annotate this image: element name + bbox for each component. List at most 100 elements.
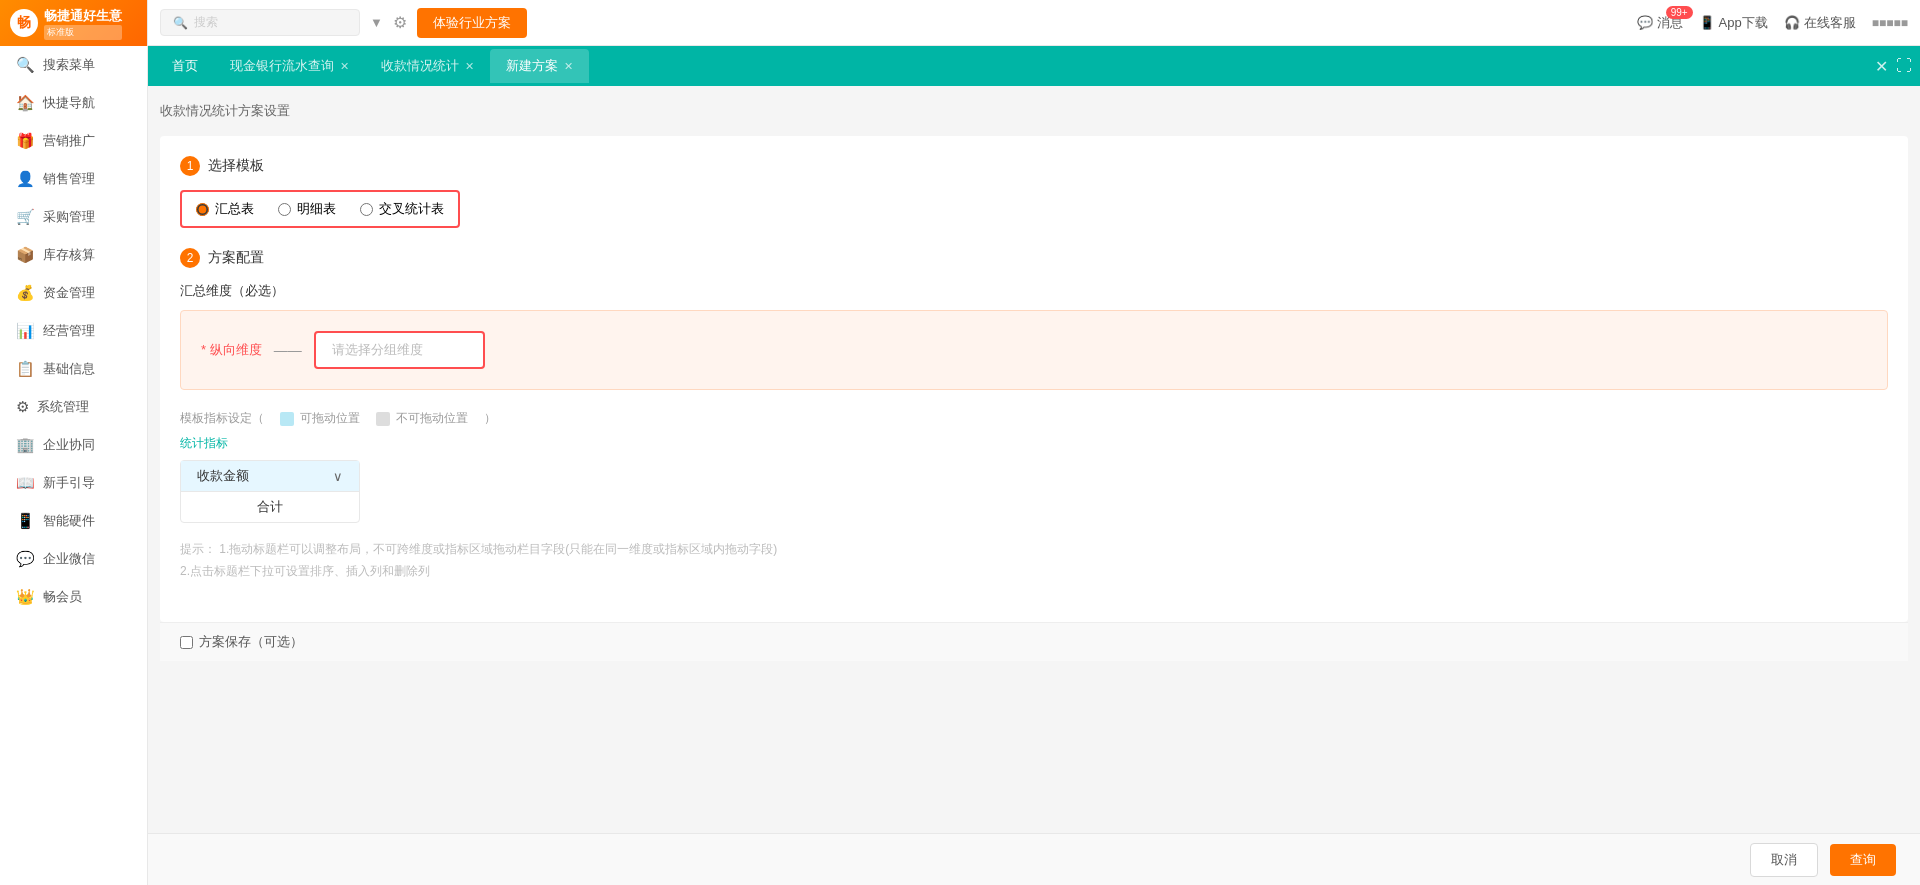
metrics-table: 收款金额 ∨ 合计 xyxy=(180,460,360,523)
nav-tabs-controls: ✕ ⛶ xyxy=(1875,57,1912,76)
metrics-dropdown-icon[interactable]: ∨ xyxy=(333,469,343,484)
radio-detail-input[interactable] xyxy=(278,203,291,216)
radio-cross[interactable]: 交叉统计表 xyxy=(360,200,444,218)
sidebar-item-inventory[interactable]: 📦 库存核算 xyxy=(0,236,147,274)
metrics-settings-label: 模板指标设定（ xyxy=(180,410,264,427)
window-close-button[interactable]: ✕ xyxy=(1875,57,1888,76)
step1-title: 选择模板 xyxy=(208,157,264,175)
radio-detail-label: 明细表 xyxy=(297,200,336,218)
window-expand-button[interactable]: ⛶ xyxy=(1896,57,1912,75)
save-checkbox[interactable] xyxy=(180,636,193,649)
nav-tabs: 首页 现金银行流水查询 ✕ 收款情况统计 ✕ 新建方案 ✕ ✕ ⛶ xyxy=(148,46,1920,86)
book-icon: 📖 xyxy=(16,474,35,492)
metrics-label: 统计指标 xyxy=(180,435,1888,452)
step2-badge: 2 xyxy=(180,248,200,268)
sidebar-item-label: 销售管理 xyxy=(43,170,95,188)
online-service-button[interactable]: 🎧 在线客服 xyxy=(1784,14,1856,32)
logo-icon: 畅 xyxy=(10,9,38,37)
sidebar-item-label: 新手引导 xyxy=(43,474,95,492)
app-icon: 📱 xyxy=(1699,15,1715,30)
tab-close-payment-stats[interactable]: ✕ xyxy=(465,60,474,73)
phone-icon: 📱 xyxy=(16,512,35,530)
message-icon: 💬 xyxy=(1637,15,1653,30)
sidebar-item-purchase[interactable]: 🛒 采购管理 xyxy=(0,198,147,236)
sidebar-item-label: 库存核算 xyxy=(43,246,95,264)
sidebar-item-search-menu[interactable]: 🔍 搜索菜单 xyxy=(0,46,147,84)
step1-badge: 1 xyxy=(180,156,200,176)
sidebar-item-label: 营销推广 xyxy=(43,132,95,150)
sidebar-item-smart-hw[interactable]: 📱 智能硬件 xyxy=(0,502,147,540)
notification-badge: 99+ xyxy=(1666,6,1693,19)
sidebar-item-system[interactable]: ⚙ 系统管理 xyxy=(0,388,147,426)
logo-badge: 标准版 xyxy=(44,25,122,40)
config-section: 汇总维度（必选） * 纵向维度 —— 请选择分组维度 模板指标设定（ xyxy=(180,282,1888,582)
radio-cross-input[interactable] xyxy=(360,203,373,216)
sidebar-item-sales[interactable]: 👤 销售管理 xyxy=(0,160,147,198)
tab-payment-stats[interactable]: 收款情况统计 ✕ xyxy=(365,49,490,83)
username-display: ■■■■■ xyxy=(1872,16,1908,30)
sidebar-item-label: 搜索菜单 xyxy=(43,56,95,74)
sidebar-item-basic-info[interactable]: 📋 基础信息 xyxy=(0,350,147,388)
service-icon: 🎧 xyxy=(1784,15,1800,30)
cart-icon: 🛒 xyxy=(16,208,35,226)
dimension-select[interactable]: 请选择分组维度 xyxy=(314,331,485,369)
sidebar-item-label: 畅会员 xyxy=(43,588,82,606)
app-download-button[interactable]: 📱 App下载 xyxy=(1699,14,1768,32)
box-icon: 📦 xyxy=(16,246,35,264)
fixed-indicator xyxy=(376,412,390,426)
tab-new-plan[interactable]: 新建方案 ✕ xyxy=(490,49,589,83)
sidebar-item-label: 企业协同 xyxy=(43,436,95,454)
sidebar-item-label: 资金管理 xyxy=(43,284,95,302)
step2-header: 2 方案配置 xyxy=(180,248,1888,268)
metrics-column-sub: 合计 xyxy=(257,499,283,514)
radio-cross-label: 交叉统计表 xyxy=(379,200,444,218)
tab-close-bank-flow[interactable]: ✕ xyxy=(340,60,349,73)
main-area: 🔍 搜索 ▼ ⚙ 体验行业方案 💬 消息 99+ 📱 App下载 🎧 在线客服 … xyxy=(148,0,1920,885)
search-bar[interactable]: 🔍 搜索 xyxy=(160,9,360,36)
radio-summary[interactable]: 汇总表 xyxy=(196,200,254,218)
sidebar-item-enterprise[interactable]: 🏢 企业协同 xyxy=(0,426,147,464)
query-button[interactable]: 查询 xyxy=(1830,844,1896,876)
save-option: 方案保存（可选） xyxy=(160,622,1908,661)
trial-button[interactable]: 体验行业方案 xyxy=(417,8,527,38)
radio-summary-input[interactable] xyxy=(196,203,209,216)
legend-draggable: 可拖动位置 xyxy=(280,410,360,427)
tips-section: 提示： 1.拖动标题栏可以调整布局，不可跨维度或指标区域拖动栏目字段(只能在同一… xyxy=(180,539,1888,582)
header-dropdown-icon[interactable]: ▼ xyxy=(370,15,383,30)
sidebar-item-wechat[interactable]: 💬 企业微信 xyxy=(0,540,147,578)
gift-icon: 🎁 xyxy=(16,132,35,150)
tab-close-new-plan[interactable]: ✕ xyxy=(564,60,573,73)
legend-fixed: 不可拖动位置 xyxy=(376,410,468,427)
tab-home[interactable]: 首页 xyxy=(156,49,214,83)
footer-bar: 取消 查询 xyxy=(148,833,1920,885)
step1-section: 1 选择模板 汇总表 明细表 交叉统计表 xyxy=(180,156,1888,228)
sidebar-item-label: 智能硬件 xyxy=(43,512,95,530)
radio-detail[interactable]: 明细表 xyxy=(278,200,336,218)
top-header: 🔍 搜索 ▼ ⚙ 体验行业方案 💬 消息 99+ 📱 App下载 🎧 在线客服 … xyxy=(148,0,1920,46)
cancel-button[interactable]: 取消 xyxy=(1750,843,1818,877)
sidebar-item-label: 采购管理 xyxy=(43,208,95,226)
money-icon: 💰 xyxy=(16,284,35,302)
dimension-box: * 纵向维度 —— 请选择分组维度 xyxy=(180,310,1888,390)
notification-button[interactable]: 💬 消息 99+ xyxy=(1637,14,1683,32)
sidebar-item-marketing[interactable]: 🎁 营销推广 xyxy=(0,122,147,160)
header-settings-icon[interactable]: ⚙ xyxy=(393,13,407,32)
home-icon: 🏠 xyxy=(16,94,35,112)
legend-fixed-label: 不可拖动位置 xyxy=(396,410,468,427)
dimension-section-title: 汇总维度（必选） xyxy=(180,282,1888,300)
sidebar-item-beginner[interactable]: 📖 新手引导 xyxy=(0,464,147,502)
tab-bank-flow[interactable]: 现金银行流水查询 ✕ xyxy=(214,49,365,83)
step2-title: 方案配置 xyxy=(208,249,264,267)
sidebar-item-finance[interactable]: 💰 资金管理 xyxy=(0,274,147,312)
sidebar-item-label: 企业微信 xyxy=(43,550,95,568)
sidebar-item-operations[interactable]: 📊 经营管理 xyxy=(0,312,147,350)
dimension-row: * 纵向维度 —— 请选择分组维度 xyxy=(201,331,1867,369)
radio-summary-label: 汇总表 xyxy=(215,200,254,218)
sidebar: 畅 畅捷通好生意 标准版 🔍 搜索菜单 🏠 快捷导航 🎁 营销推广 👤 销售管理… xyxy=(0,0,148,885)
user-icon: 👤 xyxy=(16,170,35,188)
tip-1: 提示： 1.拖动标题栏可以调整布局，不可跨维度或指标区域拖动栏目字段(只能在同一… xyxy=(180,539,1888,561)
template-options: 汇总表 明细表 交叉统计表 xyxy=(180,190,460,228)
search-menu-icon: 🔍 xyxy=(16,56,35,74)
sidebar-item-member[interactable]: 👑 畅会员 xyxy=(0,578,147,616)
sidebar-item-quick-nav[interactable]: 🏠 快捷导航 xyxy=(0,84,147,122)
